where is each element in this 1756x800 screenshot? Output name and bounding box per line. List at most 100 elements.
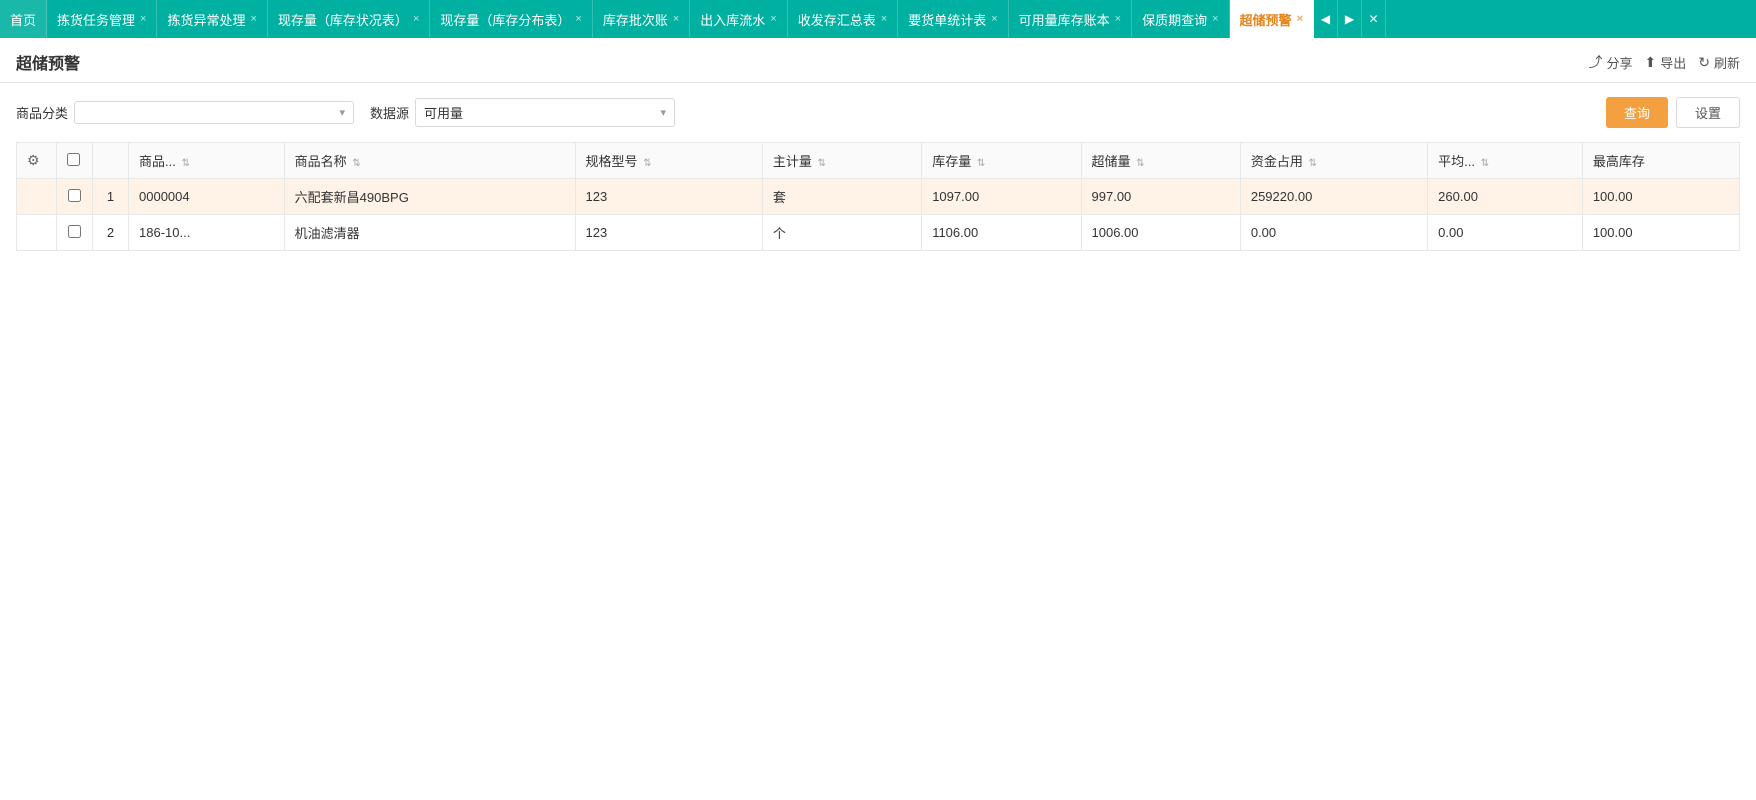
header-actions: ⤴ 分享 ⬆ 导出 ↻ 刷新 [1588,52,1740,72]
nav-available-ledger[interactable]: 可用量库存账本 × [1009,0,1132,38]
nav-inout-flow[interactable]: 出入库流水 × [690,0,787,38]
query-button[interactable]: 查询 [1606,97,1668,128]
row-avg-1: 0.00 [1428,215,1583,251]
nav-home[interactable]: 首页 [0,0,47,38]
th-max-stock[interactable]: 最高库存 [1582,143,1739,179]
th-goods-name[interactable]: 商品名称 ⇅ [284,143,575,179]
table-row: 2 186-10... 机油滤清器 123 个 1106.00 1006.00 … [17,215,1740,251]
table-header-row: ⚙ 商品... ⇅ 商品名称 ⇅ 规格型号 [17,143,1740,179]
datasource-select[interactable]: 可用量 ▾ [415,98,675,127]
share-button[interactable]: ⤴ 分享 [1588,52,1632,72]
datasource-label: 数据源 [370,103,409,122]
export-icon: ⬆ [1645,54,1657,71]
row-unit-0: 套 [762,179,921,215]
category-label: 商品分类 [16,103,68,122]
category-dropdown-icon: ▾ [339,106,345,119]
th-stock[interactable]: 库存量 ⇅ [922,143,1081,179]
nav-collect-summary[interactable]: 收发存汇总表 × [788,0,898,38]
row-overstock-0: 997.00 [1081,179,1240,215]
th-spec[interactable]: 规格型号 ⇅ [575,143,762,179]
top-navigation: 首页 拣货任务管理 × 拣货异常处理 × 现存量（库存状况表） × 现存量（库存… [0,0,1756,38]
row-checkbox-cell[interactable] [57,179,93,215]
close-available-ledger[interactable]: × [1115,13,1121,25]
table-wrapper: ⚙ 商品... ⇅ 商品名称 ⇅ 规格型号 [0,142,1756,251]
nav-abnormal[interactable]: 拣货异常处理 × [157,0,267,38]
category-select[interactable]: ▾ [74,101,354,124]
datasource-select-value: 可用量 [424,103,463,122]
share-icon: ⤴ [1588,52,1602,72]
sort-spec-icon: ⇅ [643,158,651,169]
row-stock-1: 1106.00 [922,215,1081,251]
row-settings-cell [17,215,57,251]
row-settings-cell [17,179,57,215]
datasource-filter: 数据源 可用量 ▾ [370,98,675,127]
close-task-mgmt[interactable]: × [140,13,146,25]
row-spec-1: 123 [575,215,762,251]
row-goods-code-0: 0000004 [129,179,285,215]
page-content: 超储预警 ⤴ 分享 ⬆ 导出 ↻ 刷新 商品分类 ▾ 数据源 [0,38,1756,800]
sort-goods-name-icon: ⇅ [352,158,360,169]
close-inout-flow[interactable]: × [770,13,776,25]
row-avg-0: 260.00 [1428,179,1583,215]
th-settings[interactable]: ⚙ [17,143,57,179]
row-checkbox-1[interactable] [68,225,81,238]
nav-overstock[interactable]: 超储预警 × [1230,0,1314,38]
nav-inventory-dist[interactable]: 现存量（库存分布表） × [430,0,592,38]
nav-expiry[interactable]: 保质期查询 × [1132,0,1229,38]
close-expiry[interactable]: × [1212,13,1218,25]
export-button[interactable]: ⬆ 导出 [1645,53,1687,72]
sort-goods-code-icon: ⇅ [181,158,189,169]
row-stock-0: 1097.00 [922,179,1081,215]
overstock-table: ⚙ 商品... ⇅ 商品名称 ⇅ 规格型号 [16,142,1740,251]
row-unit-1: 个 [762,215,921,251]
category-filter: 商品分类 ▾ [16,101,354,124]
row-goods-code-1: 186-10... [129,215,285,251]
row-goods-name-1: 机油滤清器 [284,215,575,251]
nav-prev-arrow[interactable]: ◀ [1314,0,1338,38]
close-abnormal[interactable]: × [250,13,256,25]
sort-avg-icon: ⇅ [1481,158,1489,169]
close-inventory-dist[interactable]: × [575,13,581,25]
th-index [93,143,129,179]
th-unit[interactable]: 主计量 ⇅ [762,143,921,179]
row-max-stock-1: 100.00 [1582,215,1739,251]
th-checkbox [57,143,93,179]
row-overstock-1: 1006.00 [1081,215,1240,251]
nav-task-mgmt[interactable]: 拣货任务管理 × [47,0,157,38]
nav-next-arrow[interactable]: ▶ [1338,0,1362,38]
page-header: 超储预警 ⤴ 分享 ⬆ 导出 ↻ 刷新 [0,38,1756,83]
table-row: 1 0000004 六配套新昌490BPG 123 套 1097.00 997.… [17,179,1740,215]
th-overstock[interactable]: 超储量 ⇅ [1081,143,1240,179]
filter-bar: 商品分类 ▾ 数据源 可用量 ▾ 查询 设置 [0,83,1756,142]
nav-inventory-status[interactable]: 现存量（库存状况表） × [268,0,430,38]
filter-actions: 查询 设置 [1606,97,1740,128]
row-index-0: 1 [93,179,129,215]
refresh-button[interactable]: ↻ 刷新 [1698,53,1740,72]
page-title: 超储预警 [16,50,80,74]
close-order-stats[interactable]: × [991,13,997,25]
set-button[interactable]: 设置 [1676,97,1740,128]
nav-order-stats[interactable]: 要货单统计表 × [898,0,1008,38]
settings-gear-icon[interactable]: ⚙ [27,152,40,168]
refresh-icon: ↻ [1698,54,1710,71]
th-capital[interactable]: 资金占用 ⇅ [1240,143,1427,179]
th-avg[interactable]: 平均... ⇅ [1428,143,1583,179]
close-overstock[interactable]: × [1297,13,1303,25]
sort-stock-icon: ⇅ [977,158,985,169]
row-checkbox-cell[interactable] [57,215,93,251]
row-checkbox-0[interactable] [68,189,81,202]
th-goods-code[interactable]: 商品... ⇅ [129,143,285,179]
row-index-1: 2 [93,215,129,251]
row-goods-name-0: 六配套新昌490BPG [284,179,575,215]
close-inventory-status[interactable]: × [413,13,419,25]
sort-unit-icon: ⇅ [818,158,826,169]
close-collect-summary[interactable]: × [881,13,887,25]
select-all-checkbox[interactable] [67,153,80,166]
row-capital-1: 0.00 [1240,215,1427,251]
nav-close-arrow[interactable]: ✕ [1362,0,1386,38]
row-capital-0: 259220.00 [1240,179,1427,215]
nav-batch[interactable]: 库存批次账 × [593,0,690,38]
datasource-dropdown-icon: ▾ [661,106,667,119]
close-batch[interactable]: × [673,13,679,25]
row-max-stock-0: 100.00 [1582,179,1739,215]
